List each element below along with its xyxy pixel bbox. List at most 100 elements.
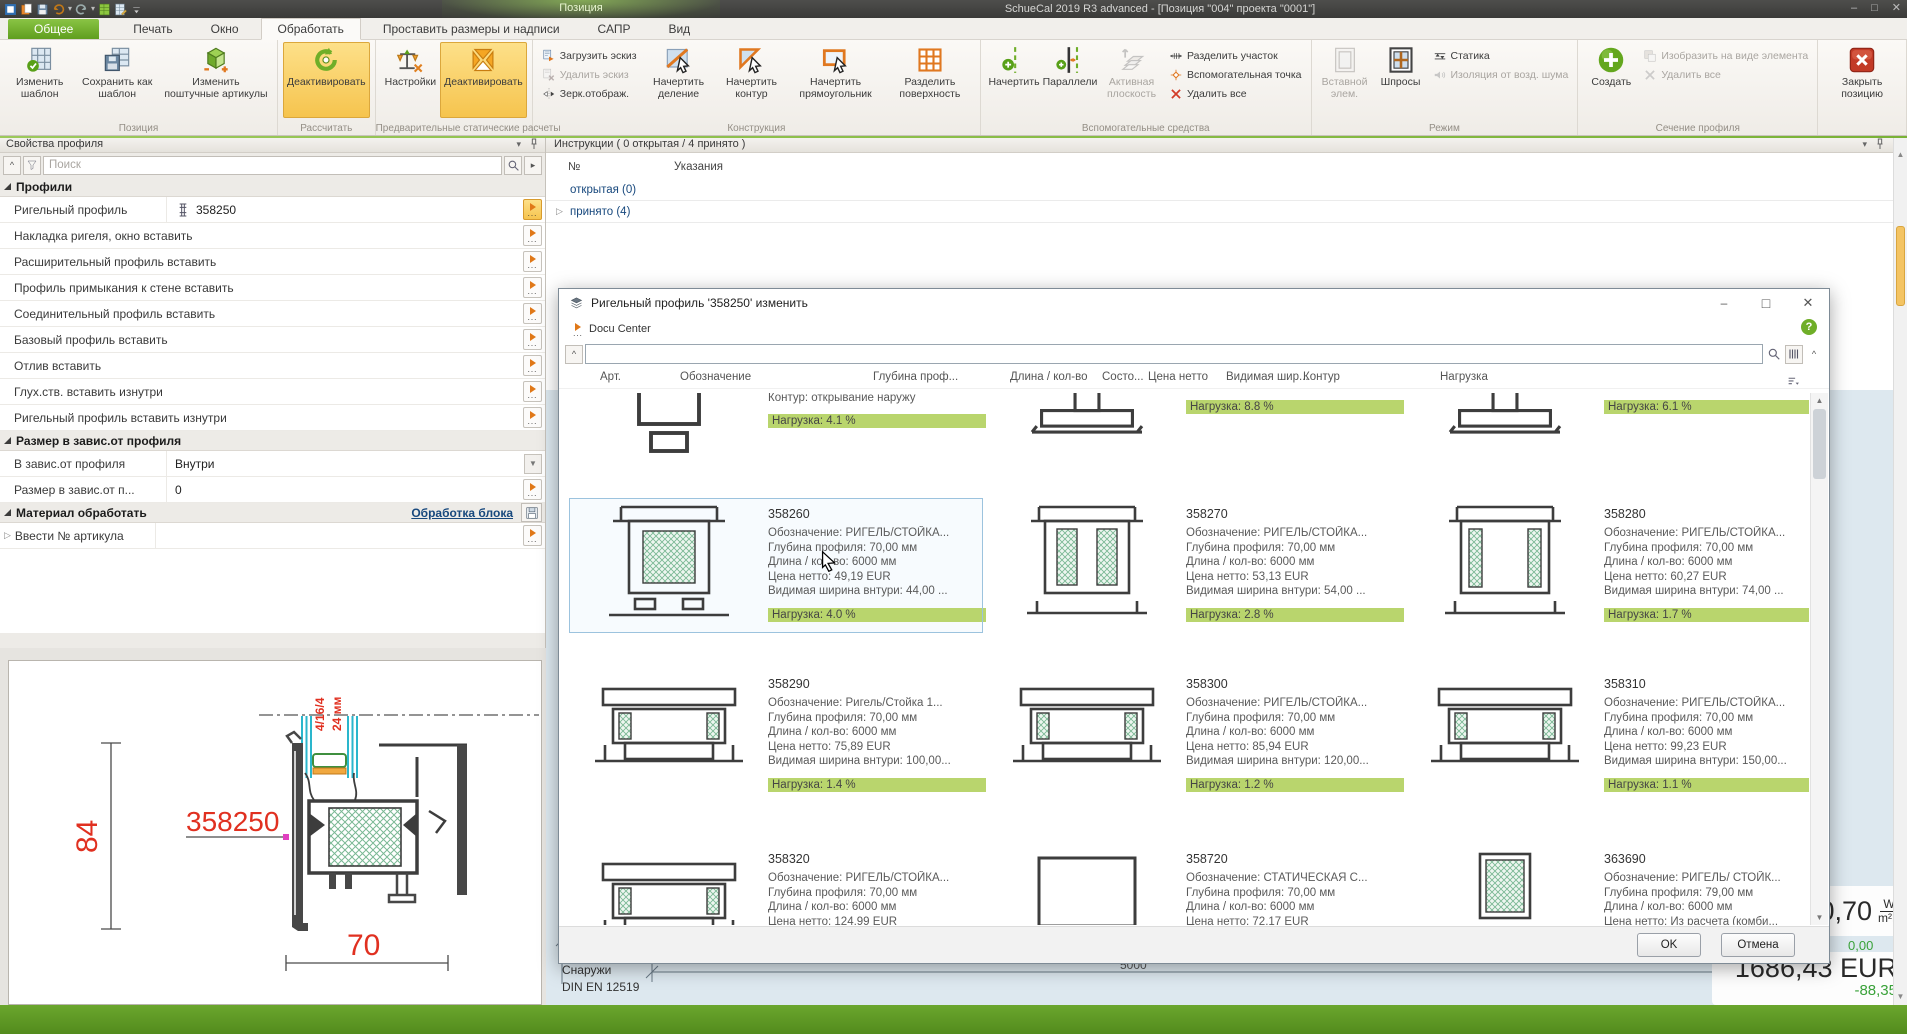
row-more-button[interactable]: ...: [523, 225, 542, 246]
ribbon-button[interactable]: Начертить: [986, 42, 1042, 118]
maximize-button[interactable]: □: [1871, 0, 1878, 18]
dialog-scrollbar[interactable]: ▲ ▼: [1810, 393, 1828, 925]
app-icon[interactable]: [4, 3, 17, 16]
save-icon[interactable]: [521, 503, 542, 522]
row-more-button[interactable]: ...: [523, 479, 542, 500]
ok-button[interactable]: OK: [1637, 933, 1701, 957]
scroll-up-icon[interactable]: ▲: [1894, 150, 1907, 159]
catalog-card-363690[interactable]: 363690 Обозначение: РИГЕЛЬ/ СТОЙК... Глуби…: [1406, 844, 1809, 925]
property-row[interactable]: Соединительный профиль вставить...: [0, 301, 545, 327]
ribbon-button[interactable]: Вставной элем.: [1317, 42, 1373, 118]
property-row[interactable]: ▷ Ввести № артикула...: [0, 523, 545, 549]
ribbon-button[interactable]: Деактивировать: [440, 42, 527, 118]
row-more-button[interactable]: ...: [523, 329, 542, 350]
section-header[interactable]: Материал обработать Обработка блока: [0, 503, 545, 523]
ribbon-button[interactable]: Начертить деление: [641, 42, 717, 118]
catalog-card[interactable]: Длина / кол-во: 6000 ммЦена нетто: Из ра…: [570, 393, 986, 457]
undo-icon[interactable]: [52, 3, 65, 16]
right-scrollbar[interactable]: ▲ ▼: [1893, 136, 1907, 1005]
search-icon[interactable]: [504, 155, 522, 175]
row-more-button[interactable]: ...: [523, 199, 542, 220]
row-more-button[interactable]: ...: [523, 407, 542, 428]
section-header[interactable]: Профили: [0, 177, 545, 197]
ribbon-small-button[interactable]: Удалить все: [1643, 66, 1808, 83]
property-row[interactable]: Глух.ств. вставить изнутри...: [0, 379, 545, 405]
tab-общее[interactable]: Общее: [8, 19, 100, 39]
row-more-button[interactable]: ...: [523, 251, 542, 272]
ribbon-small-button[interactable]: Вспомогательная точка: [1169, 66, 1302, 83]
chevron-down-icon[interactable]: ▾: [516, 139, 521, 150]
help-icon[interactable]: ?: [1801, 319, 1817, 335]
catalog-card-358290[interactable]: 358290 Обозначение: Ригель/Стойка 1... Глу…: [570, 669, 986, 792]
save-icon[interactable]: [36, 3, 49, 16]
caret-icon[interactable]: ▾: [91, 5, 95, 13]
row-more-button[interactable]: ...: [523, 303, 542, 324]
ribbon-button[interactable]: Изменить поштучные артикулы: [160, 42, 272, 118]
row-more-button[interactable]: ...: [523, 381, 542, 402]
catalog-card-358310[interactable]: 358310 Обозначение: РИГЕЛЬ/СТОЙКА... Глуби…: [1406, 669, 1809, 792]
catalog-card-358320[interactable]: 358320 Обозначение: РИГЕЛЬ/СТОЙКА... Глуби…: [570, 844, 982, 925]
ribbon-small-button[interactable]: Загрузить эскиз: [542, 47, 637, 64]
ribbon-button[interactable]: Параллели: [1042, 42, 1098, 118]
property-row[interactable]: Отлив вставить...: [0, 353, 545, 379]
group-accepted[interactable]: ▷ принято (4): [546, 201, 1893, 223]
column-header[interactable]: Контур: [1303, 371, 1340, 383]
scrollbar-thumb[interactable]: [1813, 409, 1826, 479]
tab-окно[interactable]: Окно: [195, 19, 255, 39]
row-more-button[interactable]: ...: [523, 277, 542, 298]
dialog-search-input[interactable]: [585, 344, 1763, 364]
filter-icon[interactable]: [23, 155, 41, 175]
row-more-button[interactable]: ...: [523, 525, 542, 546]
pin-icon[interactable]: [529, 138, 539, 150]
catalog-card-358260[interactable]: 358260 Обозначение: РИГЕЛЬ/СТОЙКА... Глуби…: [569, 498, 986, 633]
dropdown-button[interactable]: ▼: [524, 453, 542, 474]
property-row[interactable]: Базовый профиль вставить...: [0, 327, 545, 353]
docu-center-link[interactable]: Docu Center: [589, 323, 651, 335]
property-row[interactable]: Профиль примыкания к стене вставить...: [0, 275, 545, 301]
property-row[interactable]: Накладка ригеля, окно вставить...: [0, 223, 545, 249]
catalog-card-358270[interactable]: 358270 Обозначение: РИГЕЛЬ/СТОЙКА... Глуби…: [988, 499, 1404, 627]
property-row[interactable]: Размер в завис.от п... 0...: [0, 477, 545, 503]
doc-new-icon[interactable]: [20, 3, 33, 16]
column-header[interactable]: Длина / кол-во: [1010, 371, 1087, 383]
column-header[interactable]: Арт.: [600, 371, 621, 383]
tab-сапр[interactable]: САПР: [582, 19, 647, 39]
ribbon-small-button[interactable]: Статика: [1433, 47, 1569, 64]
minimize-button[interactable]: –: [1851, 0, 1857, 18]
block-processing-link[interactable]: Обработка блока: [411, 506, 513, 520]
column-header[interactable]: Состо...: [1102, 371, 1144, 383]
dialog-close-button[interactable]: ✕: [1787, 295, 1829, 311]
ribbon-button[interactable]: Изменить шаблон: [5, 42, 74, 118]
expander-icon[interactable]: ▷: [4, 530, 11, 541]
property-row[interactable]: Ригельный профиль вставить изнутри...: [0, 405, 545, 431]
docu-expand-button[interactable]: ...: [571, 321, 585, 337]
catalog-card[interactable]: Длина / кол-во: 6000 ммЦена нетто: 41,72…: [988, 393, 1404, 456]
search-input[interactable]: [43, 155, 502, 175]
property-row[interactable]: В завис.от профиля Внутри ▼: [0, 451, 545, 477]
column-header[interactable]: Видимая шир...: [1226, 371, 1309, 383]
catalog-card[interactable]: Длина / кол-во: 6000 ммЦена нетто: 45,25…: [1406, 393, 1809, 456]
ribbon-button[interactable]: Разделить поверхность: [885, 42, 975, 118]
ribbon-button[interactable]: Сохранить как шаблон: [74, 42, 160, 118]
dialog-minimize-button[interactable]: –: [1703, 296, 1745, 310]
ribbon-button[interactable]: Деактивировать: [282, 42, 370, 118]
ribbon-button[interactable]: Активная плоскость: [1098, 42, 1165, 118]
ribbon-small-button[interactable]: Изоляция от возд. шума: [1433, 66, 1568, 83]
chevron-down-icon[interactable]: ▾: [1862, 139, 1867, 150]
catalog-card-358280[interactable]: 358280 Обозначение: РИГЕЛЬ/СТОЙКА... Глуби…: [1406, 499, 1809, 627]
table-edit-icon[interactable]: [114, 3, 127, 16]
ribbon-small-button[interactable]: Изобразить на виде элемента: [1643, 47, 1808, 64]
expand-right-button[interactable]: ▸: [524, 155, 542, 175]
cancel-button[interactable]: Отмена: [1721, 933, 1795, 957]
scroll-up-icon[interactable]: ▲: [1811, 396, 1828, 405]
tab-обработать[interactable]: Обработать: [260, 18, 361, 40]
ribbon-button[interactable]: Начертить контур: [717, 42, 787, 118]
column-header[interactable]: Нагрузка: [1440, 371, 1488, 383]
tab-печать[interactable]: Печать: [117, 19, 188, 39]
ribbon-button[interactable]: Закрыть позицию: [1823, 42, 1901, 118]
overflow-icon[interactable]: [130, 3, 143, 16]
ribbon-button[interactable]: Создать: [1583, 42, 1639, 118]
tab-вид[interactable]: Вид: [652, 19, 706, 39]
catalog-card-358720[interactable]: 358720 Обозначение: СТАТИЧЕСКАЯ С... Глуби…: [988, 844, 1400, 925]
ribbon-small-button[interactable]: Зерк.отображ.: [542, 85, 637, 102]
